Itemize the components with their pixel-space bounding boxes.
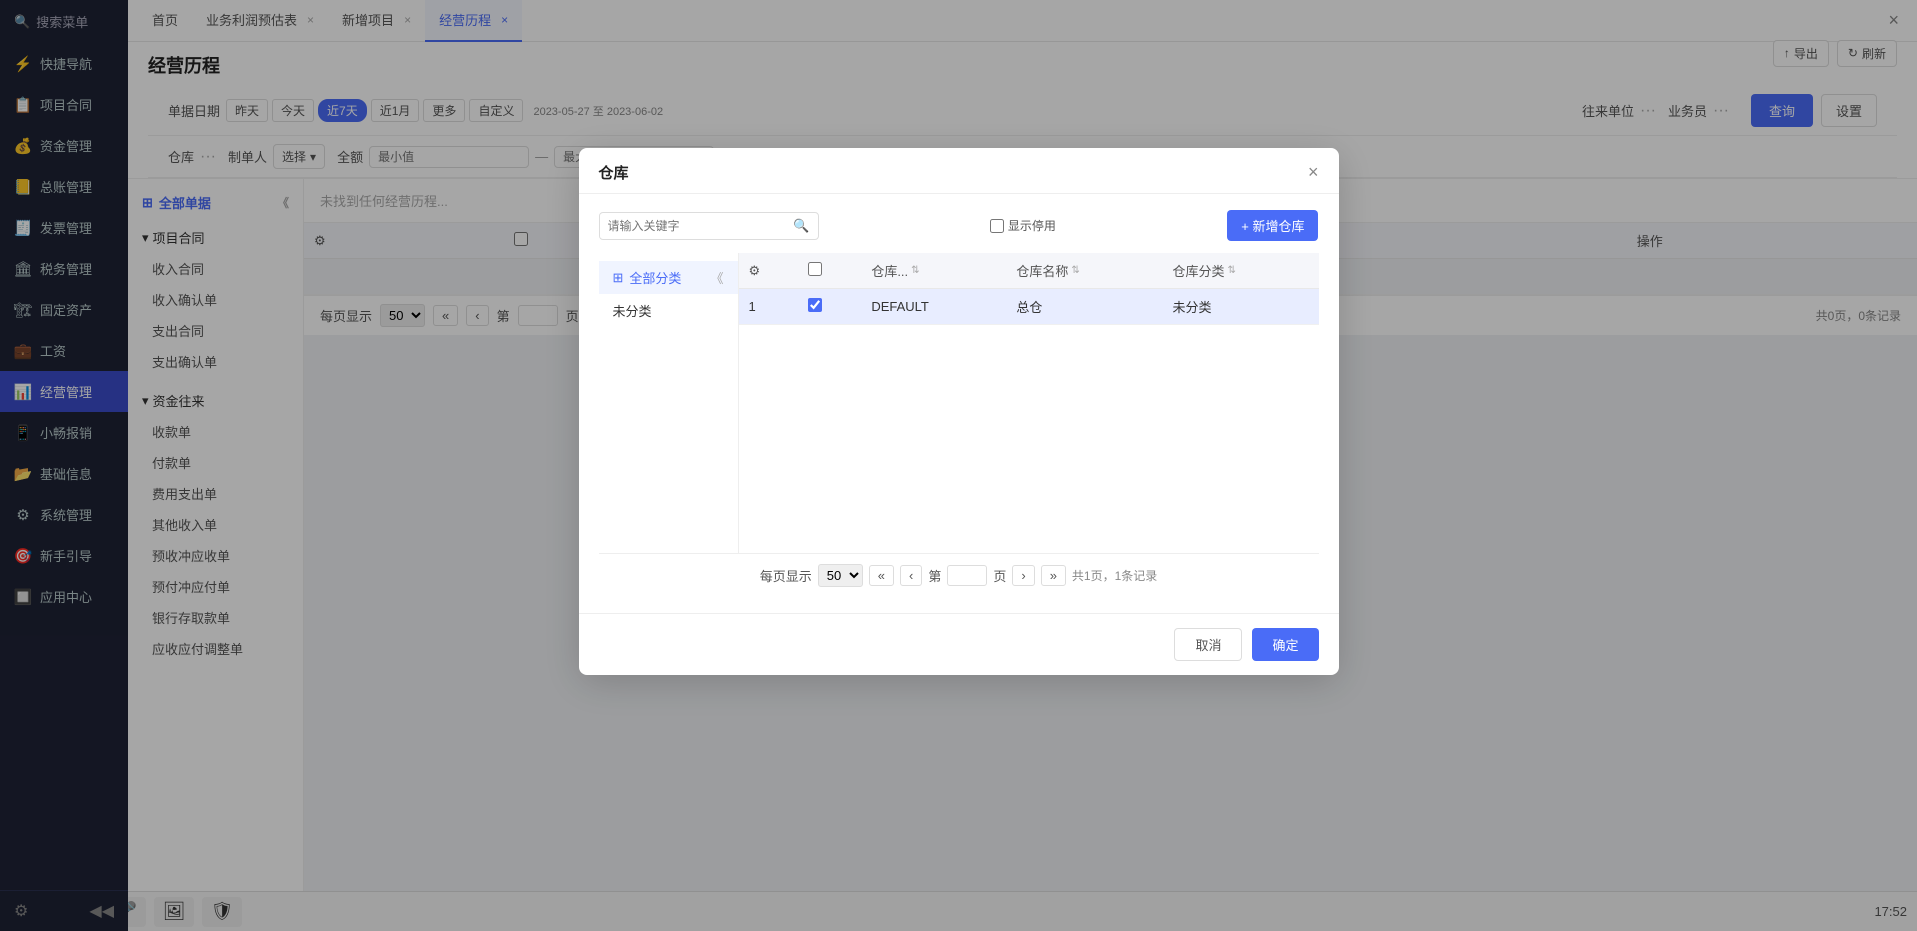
dialog-body: 🔍 显示停用 + 新增仓库 ⊞ 全部分类 《 未分类 xyxy=(579,194,1339,613)
code-col-th: 仓库... ⇅ xyxy=(861,253,1006,289)
settings-icon-th[interactable]: ⚙ xyxy=(749,263,761,278)
name-label: 仓库名称 xyxy=(1016,261,1068,280)
dialog-per-page-select[interactable]: 50 xyxy=(818,564,863,587)
dialog-next-btn[interactable]: › xyxy=(1012,565,1034,586)
dialog-page-suffix: 页 xyxy=(993,566,1006,585)
dialog-left-nav: ⊞ 全部分类 《 未分类 xyxy=(599,253,739,553)
dialog-page-input[interactable]: 1 xyxy=(947,565,987,586)
row-category: 未分类 xyxy=(1162,289,1318,325)
row-checkbox[interactable] xyxy=(798,289,862,325)
dialog-header: 仓库 × xyxy=(579,148,1339,194)
show-disabled-checkbox[interactable] xyxy=(990,219,1004,233)
dialog-toolbar: 🔍 显示停用 + 新增仓库 xyxy=(599,210,1319,241)
code-sort-icon[interactable]: ⇅ xyxy=(911,265,919,276)
dialog-search-input[interactable] xyxy=(600,214,786,238)
category-col-th: 仓库分类 ⇅ xyxy=(1162,253,1318,289)
warehouse-table: ⚙ 仓库... ⇅ 仓库名称 ⇅ xyxy=(739,253,1319,325)
dialog-last-btn[interactable]: » xyxy=(1041,565,1066,586)
all-categories-icon: ⊞ xyxy=(613,270,624,286)
settings-col-th: ⚙ xyxy=(739,253,798,289)
show-disabled-wrap: 显示停用 xyxy=(990,217,1056,234)
row-code: DEFAULT xyxy=(861,289,1006,325)
add-warehouse-button[interactable]: + 新增仓库 xyxy=(1227,210,1318,241)
all-categories-label: 全部分类 xyxy=(629,268,681,287)
dialog-search-icon[interactable]: 🔍 xyxy=(785,213,817,239)
name-col-th: 仓库名称 ⇅ xyxy=(1006,253,1162,289)
table-row[interactable]: 1 DEFAULT 总仓 未分类 xyxy=(739,289,1319,325)
dialog-pagination: 每页显示 50 « ‹ 第 1 页 › » 共1页，1条记录 xyxy=(599,553,1319,597)
code-label: 仓库... xyxy=(871,261,908,280)
dialog-right-table: ⚙ 仓库... ⇅ 仓库名称 ⇅ xyxy=(739,253,1319,553)
confirm-button[interactable]: 确定 xyxy=(1252,628,1318,661)
dialog-left-item-未分类[interactable]: 未分类 xyxy=(599,294,738,327)
cancel-button[interactable]: 取消 xyxy=(1174,628,1242,661)
dialog-per-page-label: 每页显示 xyxy=(760,566,812,585)
show-disabled-label: 显示停用 xyxy=(1008,217,1056,234)
category-sort-icon[interactable]: ⇅ xyxy=(1227,265,1235,276)
dialog-split: ⊞ 全部分类 《 未分类 ⚙ 仓库... xyxy=(599,253,1319,553)
warehouse-dialog: 仓库 × 🔍 显示停用 + 新增仓库 ⊞ 全部分类 《 xyxy=(579,148,1339,675)
checkbox-th xyxy=(798,253,862,289)
search-wrap: 🔍 xyxy=(599,212,819,240)
dialog-first-btn[interactable]: « xyxy=(869,565,894,586)
dialog-total-info: 共1页，1条记录 xyxy=(1072,567,1157,584)
dialog-close-icon[interactable]: × xyxy=(1308,162,1319,183)
select-all-wh-checkbox[interactable] xyxy=(808,262,822,276)
dialog-left-items: 未分类 xyxy=(599,294,738,327)
dialog-prev-btn[interactable]: ‹ xyxy=(900,565,922,586)
dialog-title: 仓库 xyxy=(599,162,629,183)
name-sort-icon[interactable]: ⇅ xyxy=(1071,265,1079,276)
warehouse-table-body: 1 DEFAULT 总仓 未分类 xyxy=(739,289,1319,325)
dialog-footer: 取消 确定 xyxy=(579,613,1339,675)
collapse-left-icon[interactable]: 《 xyxy=(710,268,723,287)
row-num: 1 xyxy=(739,289,798,325)
row-name: 总仓 xyxy=(1006,289,1162,325)
category-label: 仓库分类 xyxy=(1172,261,1224,280)
dialog-page-label: 第 xyxy=(928,566,941,585)
all-categories-item[interactable]: ⊞ 全部分类 《 xyxy=(599,261,738,294)
